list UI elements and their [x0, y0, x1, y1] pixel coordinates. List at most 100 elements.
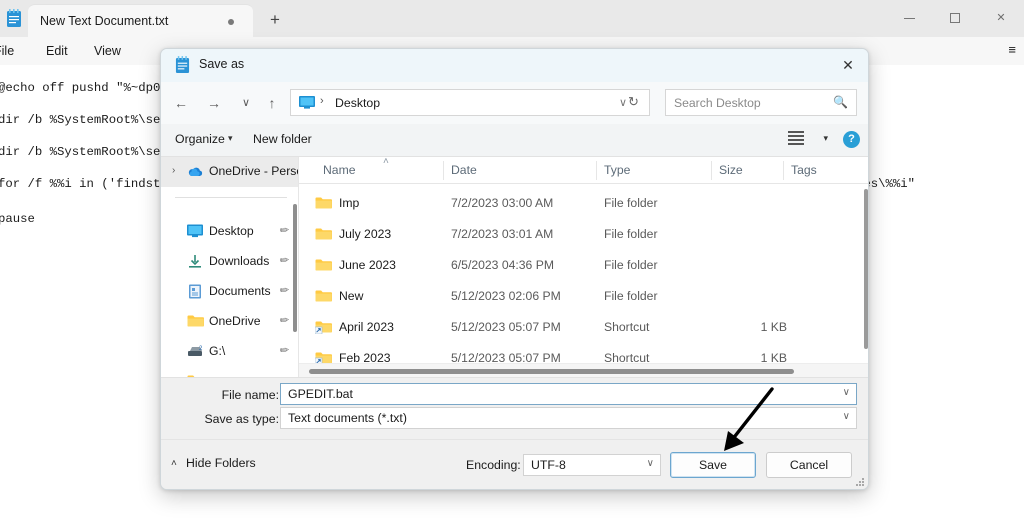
up-button[interactable]: ↑	[259, 91, 285, 115]
search-input[interactable]: Search Desktop	[674, 96, 761, 110]
breadcrumb-path[interactable]: Desktop	[335, 96, 380, 110]
dialog-title: Save as	[199, 57, 244, 71]
unsaved-indicator-dot	[228, 19, 234, 25]
recent-locations-button[interactable]: ∨	[233, 91, 259, 115]
chevron-down-icon[interactable]: ∨	[843, 411, 850, 422]
sidebar-item-downloads[interactable]: Downloads ✐	[161, 247, 298, 277]
sidebar-item-desktop[interactable]: Desktop ✐	[161, 217, 298, 247]
chevron-right-icon[interactable]: ›	[172, 165, 175, 176]
navigation-sidebar[interactable]: › OneDrive - Perso	[161, 157, 298, 377]
minimize-button[interactable]	[886, 0, 932, 37]
notepad-line: dir /b %SystemRoot%\se	[0, 145, 160, 159]
search-box[interactable]: Search Desktop 🔍	[665, 89, 857, 116]
chevron-down-icon[interactable]: ▾	[228, 133, 233, 144]
file-list-horizontal-scrollbar[interactable]	[299, 363, 869, 377]
file-date: 7/2/2023 03:01 AM	[451, 227, 553, 241]
documents-icon	[187, 284, 203, 299]
notepad-line: @echo off pushd "%~dp0	[0, 81, 160, 95]
notepad-icon	[175, 56, 190, 74]
menu-file[interactable]: File	[0, 41, 14, 61]
column-header-type[interactable]: Type	[604, 163, 630, 177]
save-as-type-select[interactable]: Text documents (*.txt) ∨	[280, 407, 857, 429]
sort-ascending-icon[interactable]: ˄	[383, 156, 389, 167]
pin-icon[interactable]: ✐	[276, 283, 291, 299]
file-name-input[interactable]: GPEDIT.bat ∨	[280, 383, 857, 405]
folder-icon	[187, 314, 203, 329]
sidebar-item-onedrive-personal[interactable]: › OneDrive - Perso	[161, 157, 298, 187]
pin-icon[interactable]: ✐	[276, 313, 291, 329]
save-as-type-value: Text documents (*.txt)	[288, 411, 407, 425]
hide-folders-button[interactable]: Hide Folders	[186, 456, 256, 470]
pin-icon[interactable]: ✐	[276, 223, 291, 239]
table-row[interactable]: New 5/12/2023 02:06 PM File folder	[299, 281, 869, 312]
downloads-icon	[187, 254, 203, 269]
pin-icon[interactable]: ✐	[276, 343, 291, 359]
menu-edit[interactable]: Edit	[46, 41, 68, 61]
back-button[interactable]: ←	[168, 91, 194, 115]
cancel-button[interactable]: Cancel	[766, 452, 852, 478]
sidebar-item-label: OneDrive	[209, 314, 260, 328]
maximize-button[interactable]	[932, 0, 978, 37]
organize-button[interactable]: Organize	[175, 132, 225, 146]
file-list[interactable]: ˄ Name Date Type Size Tags Imp 7	[298, 157, 869, 377]
close-icon[interactable]: ✕	[826, 49, 869, 82]
file-type: File folder	[604, 258, 658, 272]
save-button[interactable]: Save	[670, 452, 756, 478]
new-tab-button[interactable]: +	[262, 8, 288, 32]
file-type: File folder	[604, 196, 658, 210]
breadcrumb-separator: ›	[320, 95, 324, 107]
file-type: File folder	[604, 289, 658, 303]
sidebar-scrollbar[interactable]	[293, 204, 297, 332]
table-row[interactable]: April 2023 5/12/2023 05:07 PM Shortcut 1…	[299, 312, 869, 343]
desktop-icon	[187, 224, 203, 239]
chevron-down-icon[interactable]: ∨	[647, 458, 654, 469]
file-list-vertical-scrollbar[interactable]	[864, 189, 868, 349]
sidebar-item-onedrive[interactable]: OneDrive ✐	[161, 307, 298, 337]
file-name-value: GPEDIT.bat	[288, 387, 353, 401]
sidebar-item-drive-g[interactable]: 2 G:\ ✐	[161, 337, 298, 367]
sidebar-item-documents[interactable]: Documents ✐	[161, 277, 298, 307]
column-header-size[interactable]: Size	[719, 163, 743, 177]
resize-grip[interactable]	[856, 478, 866, 488]
refresh-icon[interactable]: ↻	[628, 94, 639, 110]
save-as-type-label: Save as type:	[191, 412, 279, 426]
file-date: 5/12/2023 02:06 PM	[451, 289, 561, 303]
dialog-navigation-row: ← → ∨ ↑ › Desktop ∨ ↻ Search Desktop	[161, 82, 869, 124]
notepad-settings-icon[interactable]: ≡	[1008, 42, 1016, 57]
new-folder-button[interactable]: New folder	[253, 132, 312, 146]
chevron-up-icon[interactable]: ˄	[171, 458, 177, 469]
column-header-date[interactable]: Date	[451, 163, 477, 177]
file-type: Shortcut	[604, 320, 649, 334]
table-row[interactable]: July 2023 7/2/2023 03:01 AM File folder	[299, 219, 869, 250]
column-header-tags[interactable]: Tags	[791, 163, 817, 177]
file-name: June 2023	[339, 258, 396, 272]
chevron-down-icon[interactable]: ∨	[619, 96, 627, 109]
chevron-down-icon[interactable]: ∨	[843, 387, 850, 398]
notepad-line: dir /b %SystemRoot%\se	[0, 113, 160, 127]
sidebar-item-label: Documents	[209, 284, 271, 298]
table-row[interactable]: Imp 7/2/2023 03:00 AM File folder	[299, 188, 869, 219]
encoding-value: UTF-8	[531, 458, 566, 472]
scrollbar-thumb[interactable]	[309, 369, 794, 374]
notepad-tab[interactable]: New Text Document.txt	[28, 4, 253, 37]
close-button[interactable]: ✕	[978, 0, 1024, 37]
save-form: File name: GPEDIT.bat ∨ Save as type: Te…	[161, 377, 869, 439]
sidebar-item-partial[interactable]	[161, 367, 298, 377]
notepad-window-controls: ✕	[886, 0, 1024, 37]
sidebar-item-label: OneDrive - Perso	[209, 164, 298, 178]
drive-icon: 2	[187, 344, 203, 359]
sidebar-item-label: G:\	[209, 344, 225, 358]
view-list-icon[interactable]	[788, 131, 808, 147]
address-bar[interactable]: › Desktop ∨	[290, 89, 650, 116]
forward-button[interactable]: →	[201, 91, 227, 115]
chevron-down-icon[interactable]: ▾	[823, 133, 828, 144]
pin-icon[interactable]: ✐	[276, 253, 291, 269]
menu-view[interactable]: View	[94, 41, 121, 61]
column-header-name[interactable]: Name	[323, 163, 356, 177]
table-row[interactable]: June 2023 6/5/2023 04:36 PM File folder	[299, 250, 869, 281]
desktop-icon	[299, 96, 315, 109]
help-button[interactable]: ?	[843, 131, 860, 148]
file-type: File folder	[604, 227, 658, 241]
save-as-dialog: Save as ✕ ← → ∨ ↑ › Desktop ∨ ↻	[160, 48, 869, 490]
encoding-select[interactable]: UTF-8 ∨	[523, 454, 661, 476]
